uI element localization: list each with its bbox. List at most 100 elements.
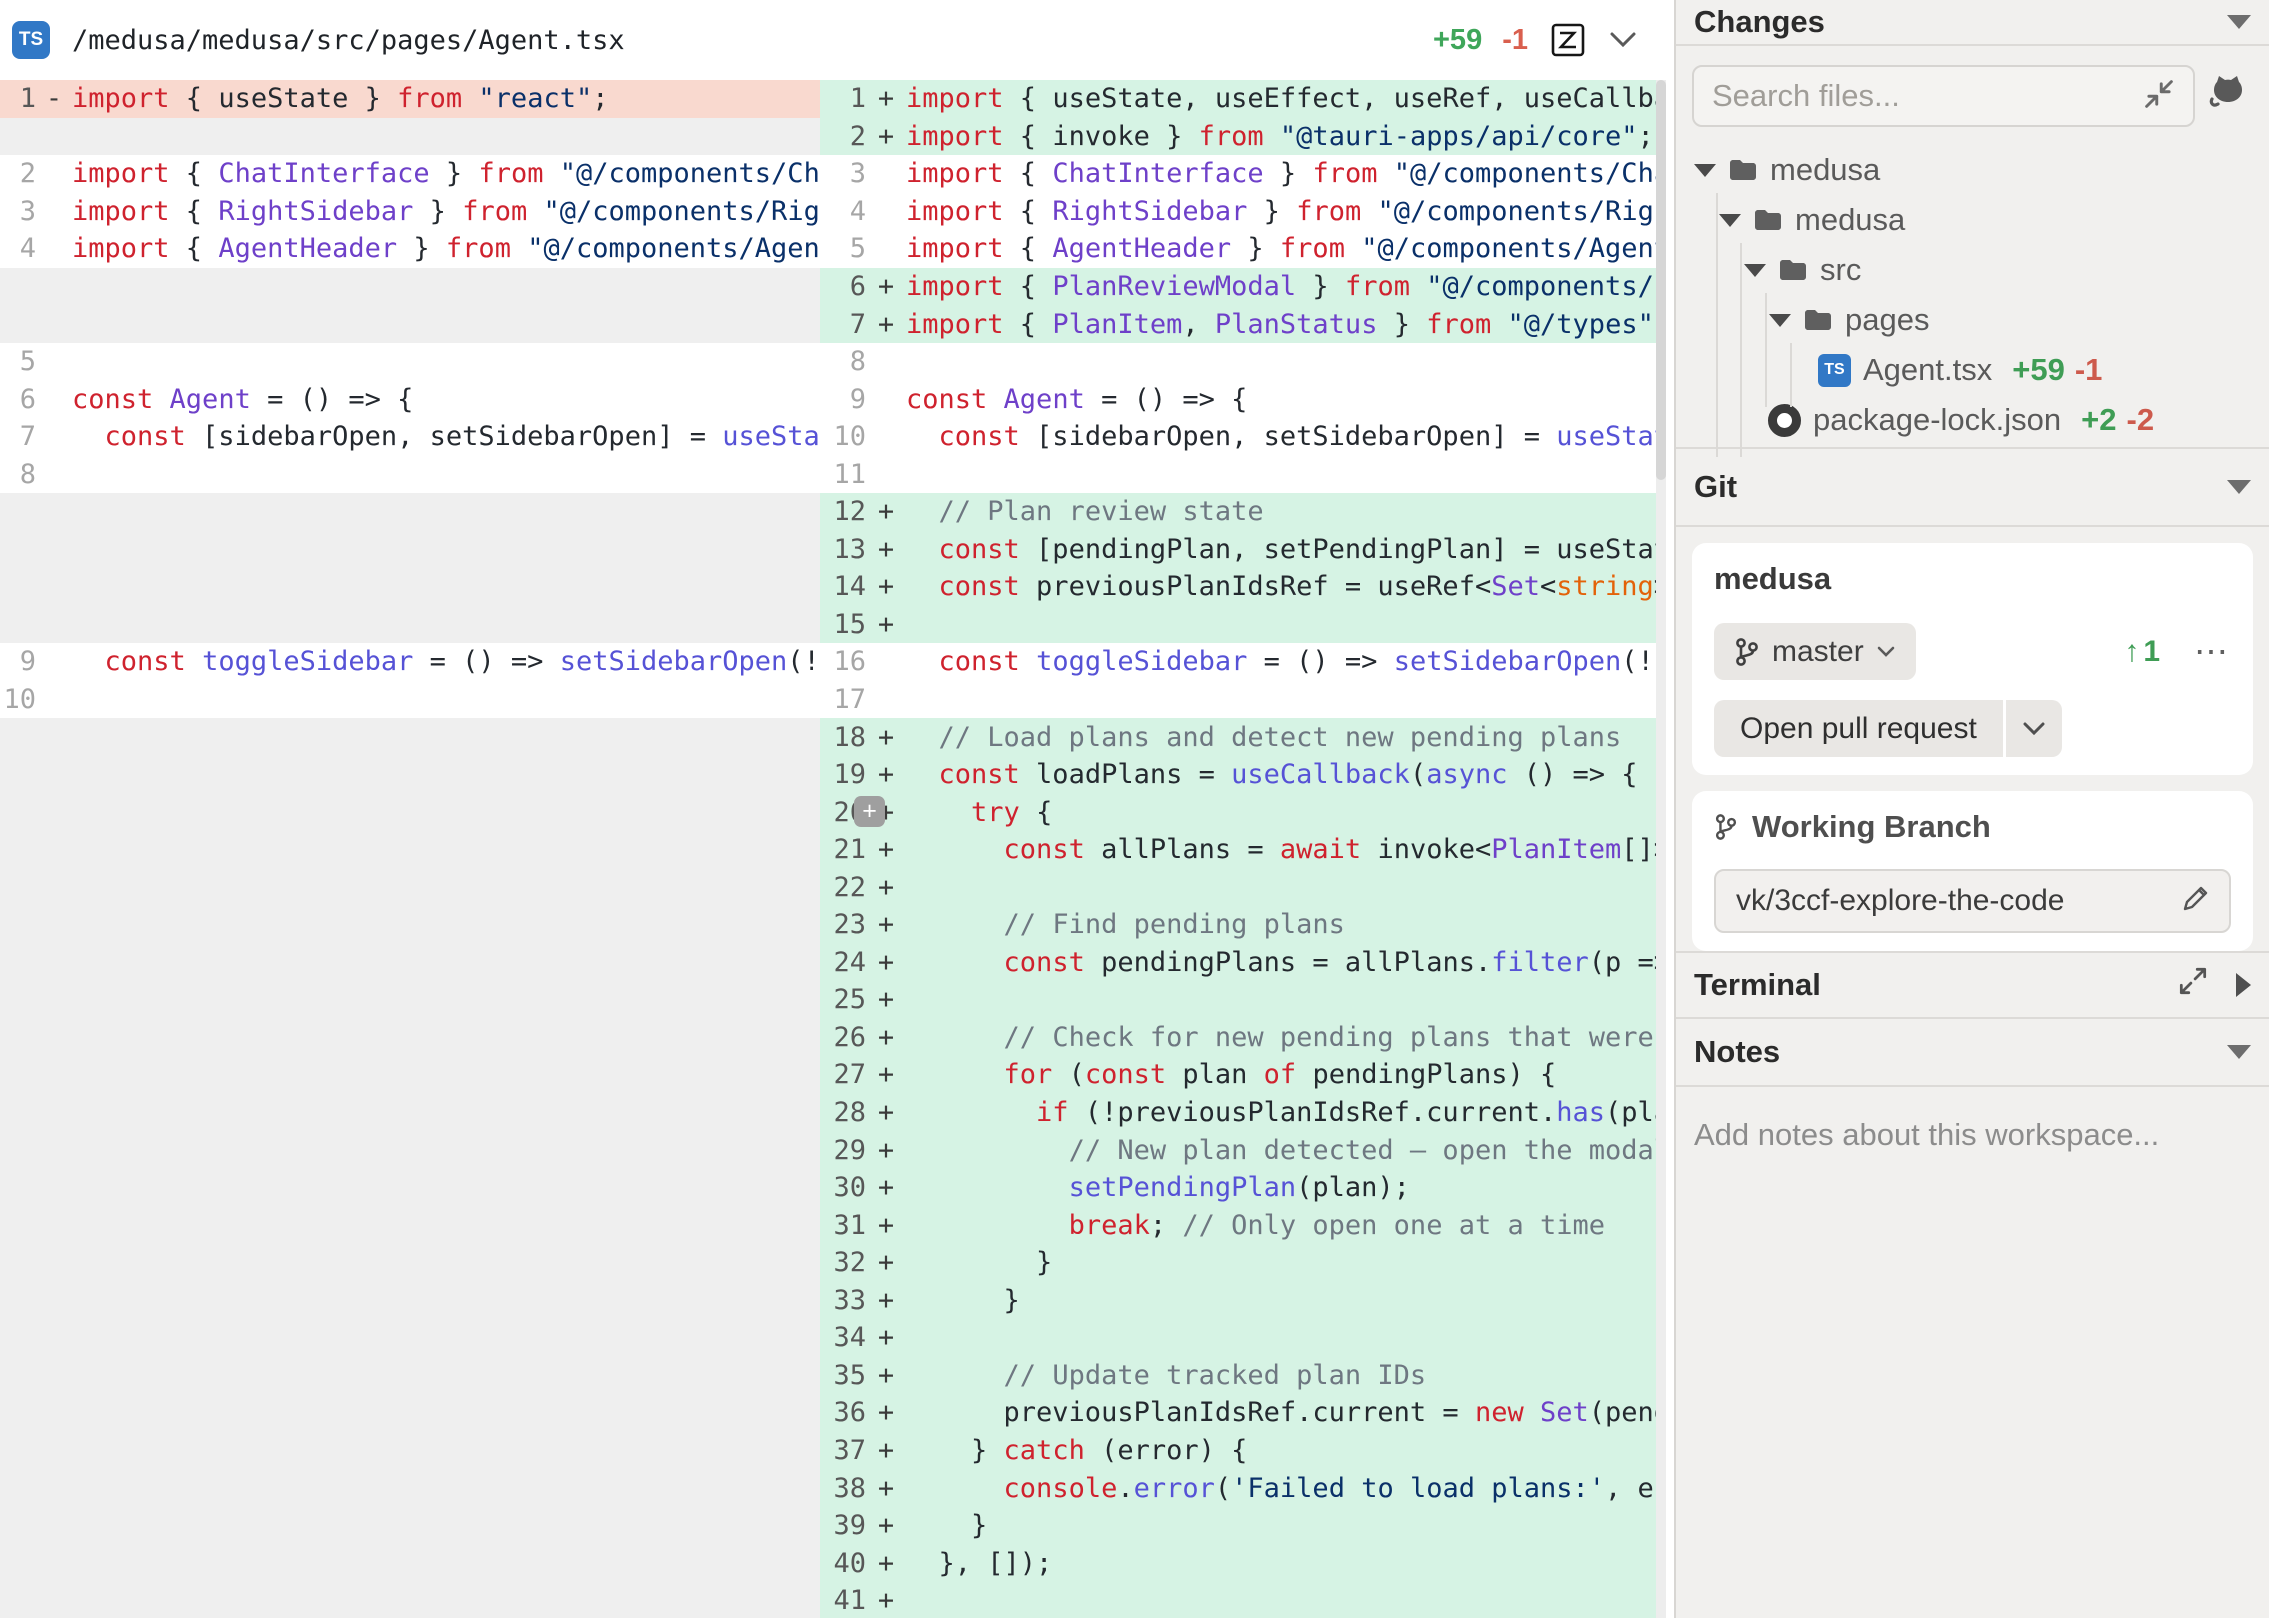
diff-panes: 1-import { useState } from "react";2impo… [0,80,1674,1618]
added-count: +59 [1433,24,1482,57]
line-number: 27 [820,1059,866,1090]
code-line: const previousPlanIdsRef = useRef<Set<st… [906,571,1664,602]
edit-icon[interactable] [2179,883,2211,920]
notes-placeholder[interactable]: Add notes about this workspace... [1676,1087,2269,1618]
cat-icon[interactable] [2209,74,2253,119]
line-number: 19 [820,759,866,790]
branch-selector[interactable]: master [1714,623,1916,680]
collapse-tree-icon[interactable] [2141,76,2177,117]
diff-marker: + [866,609,906,640]
line-number: 14 [820,571,866,602]
diff-row: 15+ [820,606,1664,644]
diff-scrollbar[interactable] [1656,80,1666,1618]
code-line: import { useState } from "react"; [72,83,820,114]
chevron-down-icon[interactable] [1608,29,1638,51]
expand-section-icon[interactable] [2236,973,2251,997]
tree-item-label: medusa [1795,202,1905,238]
caret-down-icon[interactable] [1719,214,1741,227]
diff-marker: + [866,1210,906,1241]
line-number: 5 [820,233,866,264]
code-line: previousPlanIdsRef.current = new Set(pen… [906,1397,1664,1428]
line-number: 40 [820,1548,866,1579]
line-number: 11 [820,459,866,490]
working-branch-input[interactable] [1734,883,2179,919]
diff-marker: + [866,1510,906,1541]
expand-icon[interactable] [2176,964,2210,1006]
repo-card: medusa master ↑1 ⋯ [1692,543,2253,775]
removed-count: -2 [2127,402,2155,438]
diff-row: 30+ setPendingPlan(plan); [820,1169,1664,1207]
diff-row: 28+ if (!previousPlanIdsRef.current.has(… [820,1094,1664,1132]
diff-gap-row [0,606,820,644]
code-line: const toggleSidebar = () => setSidebarOp… [906,646,1664,677]
working-branch-field[interactable] [1714,869,2231,933]
working-branch-title-row: Working Branch [1714,809,2231,845]
branch-icon [1734,637,1760,667]
tree-item-medusa[interactable]: medusa [1676,145,2269,195]
code-line: // Check for new pending plans that were… [906,1022,1664,1053]
line-number: 2 [0,158,36,189]
caret-down-icon[interactable] [1744,264,1766,277]
diff-row: 16 const toggleSidebar = () => setSideba… [820,643,1664,681]
file-tree: medusamedusasrcpagesTSAgent.tsx+59-1pack… [1676,145,2269,447]
diff-row: 38+ console.error('Failed to load plans:… [820,1469,1664,1507]
diff-gap-row [0,118,820,156]
right-sidebar: Changes [1674,0,2269,1618]
diff-gap-row [0,531,820,569]
tree-item-src[interactable]: src [1676,245,2269,295]
diff-gap-row [0,305,820,343]
diff-row: 6const Agent = () => { [0,380,820,418]
line-number: 24 [820,947,866,978]
diff-marker: + [866,1059,906,1090]
open-pull-request-button[interactable]: Open pull request [1714,700,2003,757]
diff-gap-row [0,268,820,306]
git-section-header[interactable]: Git [1676,447,2269,527]
collapse-section-icon[interactable] [2227,15,2251,29]
expand-diff-button[interactable]: + [854,796,885,827]
chevron-down-icon [1876,645,1896,659]
working-branch-title: Working Branch [1752,809,1991,845]
diff-row: 8 [820,343,1664,381]
caret-down-icon[interactable] [1769,314,1791,327]
diff-row: +20+ try { [820,793,1664,831]
diff-row: 9 const toggleSidebar = () => setSidebar… [0,643,820,681]
changes-section-header[interactable]: Changes [1676,0,2269,46]
diff-row: 10 const [sidebarOpen, setSidebarOpen] =… [820,418,1664,456]
caret-down-icon[interactable] [1694,164,1716,177]
pull-request-dropdown-button[interactable] [2006,700,2062,757]
app-window: TS /medusa/medusa/src/pages/Agent.tsx +5… [0,0,2269,1618]
diff-row: 41+ [820,1582,1664,1618]
search-row [1692,65,2253,127]
line-number: 9 [820,384,866,415]
folder-icon [1778,258,1808,282]
tree-item-medusa[interactable]: medusa [1676,195,2269,245]
diff-marker: + [866,759,906,790]
terminal-section-header[interactable]: Terminal [1676,951,2269,1017]
line-number: 21 [820,834,866,865]
line-number: 10 [0,684,36,715]
diff-scrollbar-thumb[interactable] [1656,80,1666,480]
line-number: 17 [820,684,866,715]
git-section-body: medusa master ↑1 ⋯ [1676,527,2269,951]
search-box[interactable] [1692,65,2195,127]
search-input[interactable] [1710,77,2141,115]
diff-row: 6+import { PlanReviewModal } from "@/com… [820,268,1664,306]
diff-marker: + [866,1473,906,1504]
zed-icon[interactable] [1548,20,1588,60]
line-number: 13 [820,534,866,565]
diff-marker: + [866,1022,906,1053]
line-number: 8 [820,346,866,377]
diff-row: 11 [820,455,1664,493]
code-line: const [sidebarOpen, setSidebarOpen] = us… [72,421,820,452]
line-number: 34 [820,1322,866,1353]
collapse-section-icon[interactable] [2227,480,2251,494]
diff-row: 39+ } [820,1507,1664,1545]
line-number: 2 [820,121,866,152]
line-number: 7 [820,309,866,340]
code-line: } catch (error) { [906,1435,1664,1466]
collapse-section-icon[interactable] [2227,1045,2251,1059]
commits-ahead: ↑1 [2124,635,2160,669]
diff-row: 25+ [820,981,1664,1019]
typescript-file-icon: TS [1818,354,1851,387]
notes-section-header[interactable]: Notes [1676,1017,2269,1087]
